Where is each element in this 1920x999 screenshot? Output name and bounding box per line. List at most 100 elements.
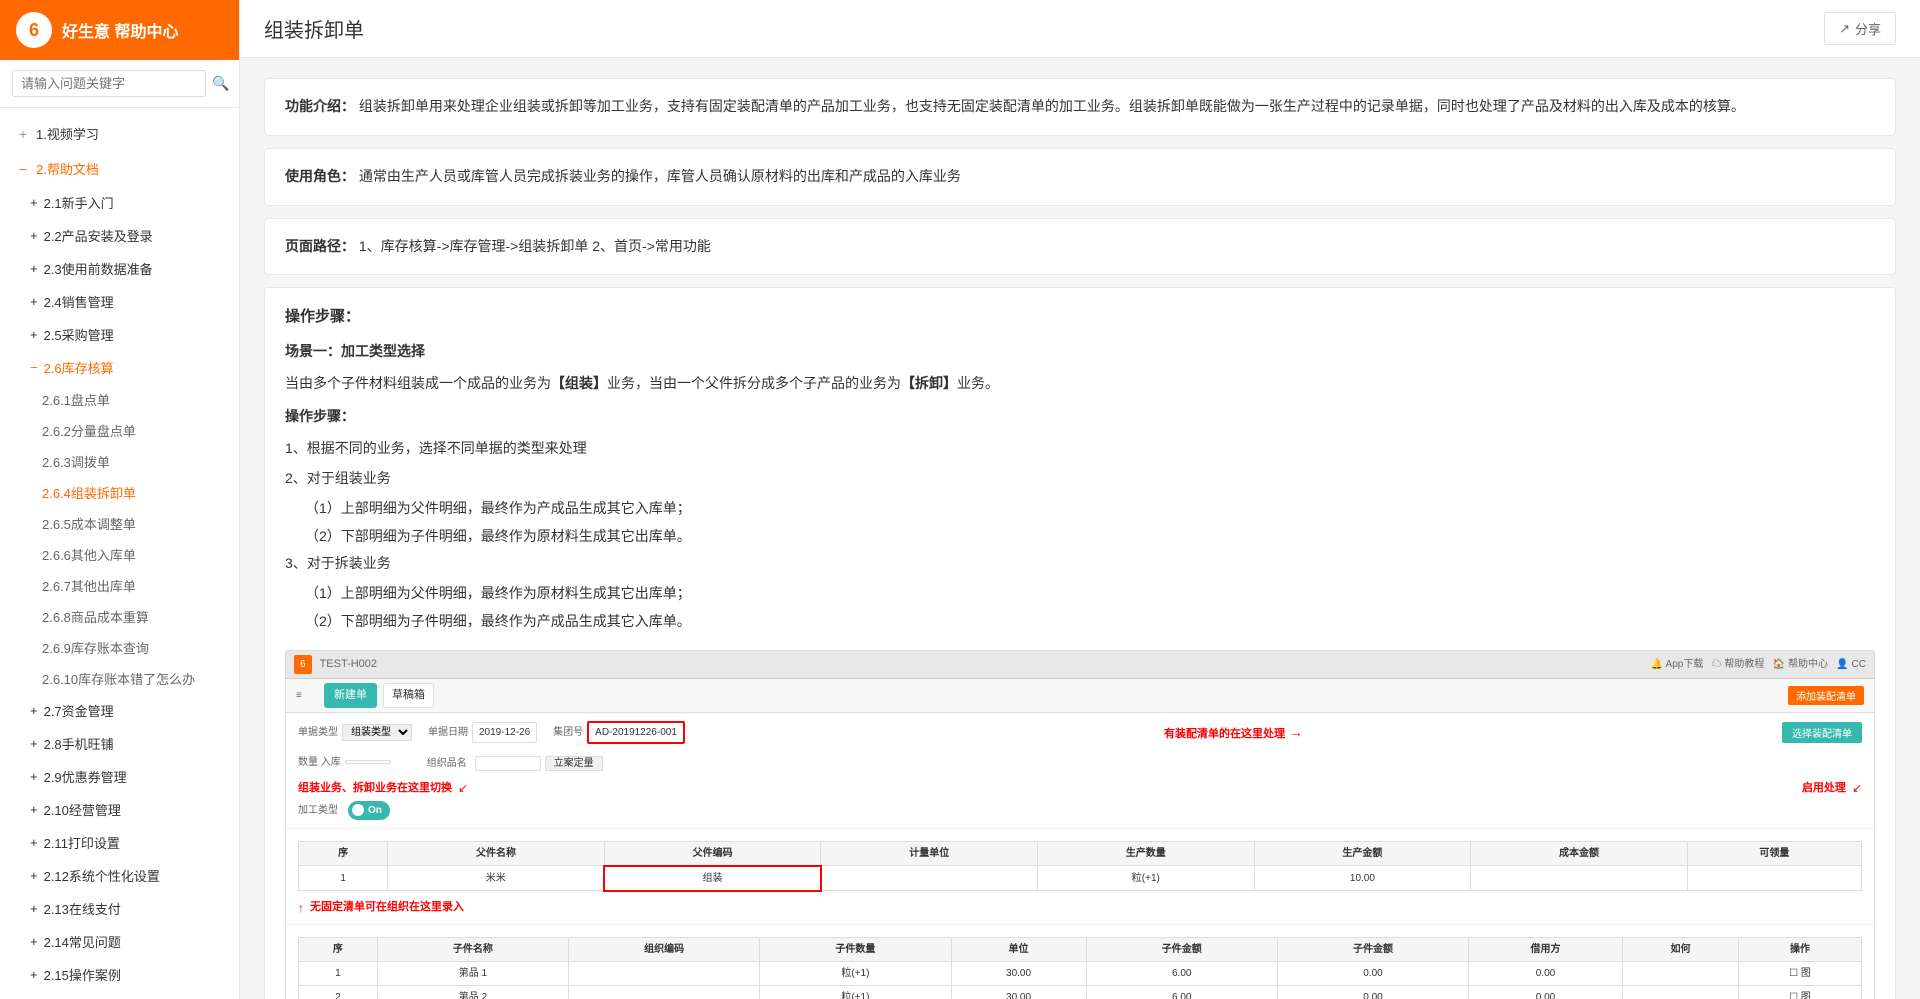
plus-icon: + — [30, 769, 38, 784]
plus-icon: + — [30, 868, 38, 883]
sidebar-item-finance[interactable]: + 2.7资金管理 — [0, 694, 239, 727]
step3-sub1: （1）上部明细为父件明细，最终作为原材料生成其它出库单； — [305, 582, 1875, 606]
role-text: 通常由生产人员或库管人员完成拆装业务的操作，库管人员确认原材料的出库和产成品的入… — [359, 168, 961, 184]
annotation-arrow4: ↑ — [298, 898, 304, 918]
ss-upper-table: 序 父件名称 父件编码 计量单位 生产数量 生产金额 成本金额 可领量 — [298, 841, 1862, 892]
sidebar-item-customize[interactable]: + 2.12系统个性化设置 — [0, 859, 239, 892]
ss-type-select[interactable]: 组装类型 — [342, 724, 412, 741]
path-label: 页面路径： — [285, 238, 355, 254]
path-card: 页面路径： 1、库存核算->库存管理->组装拆卸单 2、首页->常用功能 — [264, 218, 1896, 276]
sidebar-item-sales[interactable]: + 2.4销售管理 — [0, 285, 239, 318]
search-box: 🔍 — [0, 60, 239, 108]
ss-annotation1: 有装配清单的在这里处理 — [1164, 728, 1285, 740]
ss-lower-table: 序 子件名称 组织编码 子件数量 单位 子件金额 子件金额 借用方 如何 操作 — [298, 937, 1862, 999]
step2-title: 2、对于组装业务 — [285, 467, 1875, 491]
sidebar-item-purchase[interactable]: + 2.5采购管理 — [0, 318, 239, 351]
sidebar-item-transfer[interactable]: 2.6.3调拨单 — [0, 446, 239, 477]
sidebar-item-newcomer[interactable]: + 2.1新手入门 — [0, 186, 239, 219]
sidebar-item-ledger-err[interactable]: 2.6.10库存账本错了怎么办 — [0, 663, 239, 694]
sidebar-item-faq[interactable]: + 2.14常见问题 — [0, 925, 239, 958]
intro-text: 组装拆卸单用来处理企业组装或拆卸等加工业务，支持有固定装配清单的产品加工业务，也… — [359, 98, 1745, 114]
ss-add-btn: 添加装配清单 — [1788, 686, 1864, 705]
sidebar-item-other-out[interactable]: 2.6.7其他出库单 — [0, 570, 239, 601]
ss-type-label: 单据类型 — [298, 724, 338, 741]
step1: 1、根据不同的业务，选择不同单据的类型来处理 — [285, 437, 1875, 461]
ss-confirm-btn[interactable]: 立案定量 — [545, 756, 603, 771]
plus-icon: + — [30, 967, 38, 982]
sidebar-item-label: 2.帮助文档 — [36, 159, 99, 178]
ss-count-label: 数量 入库 — [298, 754, 341, 771]
search-input[interactable] — [12, 70, 206, 97]
plus-icon: + — [30, 901, 38, 916]
annotation-arrow1: → — [1289, 724, 1303, 740]
ss-date-label: 单据日期 — [428, 724, 468, 741]
sidebar-item-mobile[interactable]: + 2.8手机旺铺 — [0, 727, 239, 760]
sidebar-item-stocktake[interactable]: 2.6.1盘点单 — [0, 384, 239, 415]
docs-sub-items: + 2.1新手入门 + 2.2产品安装及登录 + 2.3使用前数据准备 + 2.… — [0, 186, 239, 991]
plus-icon: + — [30, 802, 38, 817]
sidebar-item-ops[interactable]: + 2.10经营管理 — [0, 793, 239, 826]
plus-icon: + — [30, 934, 38, 949]
role-card: 使用角色： 通常由生产人员或库管人员完成拆装业务的操作，库管人员确认原材料的出库… — [264, 148, 1896, 206]
top-bar: 组装拆卸单 ↗ 分享 — [240, 0, 1920, 58]
minus-icon: − — [30, 360, 38, 375]
app-title: 好生意 帮助中心 — [62, 18, 178, 42]
screenshot-container: 6 TEST-H002 🔔 App下载 ☁ 帮助教程 🏠 帮助中心 👤 CC ≡… — [285, 650, 1875, 999]
sidebar-item-install[interactable]: + 2.2产品安装及登录 — [0, 219, 239, 252]
sidebar-item-video[interactable]: + 1.视频学习 — [0, 116, 239, 151]
ss-select-btn[interactable]: 选择装配清单 — [1782, 722, 1862, 743]
ss-tab-draft: 草稿箱 — [383, 683, 434, 708]
step2-sub2: （2）下部明细为子件明细，最终作为原材料生成其它出库单。 — [305, 525, 1875, 549]
ss-app-id: TEST-H002 — [320, 655, 377, 674]
sidebar-item-ledger[interactable]: 2.6.9库存账本查询 — [0, 632, 239, 663]
role-label: 使用角色： — [285, 168, 355, 184]
ss-tab-new: 新建单 — [324, 683, 377, 708]
steps-title: 操作步骤： — [285, 405, 1875, 429]
sidebar-item-cases[interactable]: + 2.15操作案例 — [0, 958, 239, 991]
sidebar-item-inventory[interactable]: − 2.6库存核算 — [0, 351, 239, 384]
ss-toggle-label: On — [368, 802, 382, 819]
search-icon[interactable]: 🔍 — [212, 75, 229, 92]
ss-toggle[interactable]: On — [348, 801, 390, 820]
logo-circle: 6 — [16, 12, 52, 48]
ss-annotation4: 无固定清单可在组织在这里录入 — [310, 898, 464, 917]
sidebar-nav: + 1.视频学习 − 2.帮助文档 + 2.1新手入门 + 2.2产品安装及登录 — [0, 108, 239, 999]
ss-docno-value: AD-20191226-001 — [587, 721, 685, 744]
sidebar-item-online-pay[interactable]: + 2.13在线支付 — [0, 892, 239, 925]
path-text: 1、库存核算->库存管理->组装拆卸单 2、首页->常用功能 — [359, 238, 711, 254]
scene-title: 场景一：加工类型选择 — [285, 343, 425, 359]
ss-top-bar: 🔔 App下载 ☁ 帮助教程 🏠 帮助中心 👤 CC — [1651, 656, 1866, 673]
page-title: 组装拆卸单 — [264, 14, 364, 43]
ss-org-label: 组织品名 — [427, 758, 467, 769]
plus-icon: + — [30, 703, 38, 718]
step2-sub1: （1）上部明细为父件明细，最终作为产成品生成其它入库单； — [305, 497, 1875, 521]
sidebar: 6 好生意 帮助中心 🔍 + 1.视频学习 − 2.帮助文档 + 2.1新 — [0, 0, 240, 999]
share-button[interactable]: ↗ 分享 — [1824, 12, 1896, 45]
sidebar-item-other-in[interactable]: 2.6.6其他入库单 — [0, 539, 239, 570]
scene-desc: 当由多个子件材料组装成一个成品的业务为【组装】业务，当由一个父件拆分成多个子产品… — [285, 375, 999, 391]
step3-sub2: （2）下部明细为子件明细，最终作为产成品生成其它入库单。 — [305, 610, 1875, 634]
content-area: 功能介绍： 组装拆卸单用来处理企业组装或拆卸等加工业务，支持有固定装配清单的产品… — [240, 58, 1920, 999]
ops-title: 操作步骤： — [285, 304, 1875, 330]
ss-org-value — [475, 756, 541, 771]
sidebar-item-docs[interactable]: − 2.帮助文档 — [0, 151, 239, 186]
sidebar-item-assembly[interactable]: 2.6.4组装拆卸单 — [0, 477, 239, 508]
sidebar-item-cost-calc[interactable]: 2.6.8商品成本重算 — [0, 601, 239, 632]
sidebar-item-partial-stocktake[interactable]: 2.6.2分量盘点单 — [0, 415, 239, 446]
sidebar-item-cost-adjust[interactable]: 2.6.5成本调整单 — [0, 508, 239, 539]
annotation-arrow3: ↙ — [1852, 778, 1862, 798]
sidebar-item-print[interactable]: + 2.11打印设置 — [0, 826, 239, 859]
plus-icon: + — [30, 195, 38, 210]
plus-icon: + — [30, 835, 38, 850]
sidebar-item-data-prep[interactable]: + 2.3使用前数据准备 — [0, 252, 239, 285]
annotation-arrow2: ↙ — [458, 778, 468, 798]
expand-icon: + — [16, 127, 30, 141]
plus-icon: + — [30, 327, 38, 342]
plus-icon: + — [30, 736, 38, 751]
ss-date-value: 2019-12-26 — [472, 722, 537, 743]
plus-icon: + — [30, 228, 38, 243]
nav-section-video: + 1.视频学习 — [0, 116, 239, 151]
ops-card: 操作步骤： 场景一：加工类型选择 当由多个子件材料组装成一个成品的业务为【组装】… — [264, 287, 1896, 999]
nav-section-docs: − 2.帮助文档 + 2.1新手入门 + 2.2产品安装及登录 + 2.3使用前… — [0, 151, 239, 991]
sidebar-item-coupon[interactable]: + 2.9优惠券管理 — [0, 760, 239, 793]
